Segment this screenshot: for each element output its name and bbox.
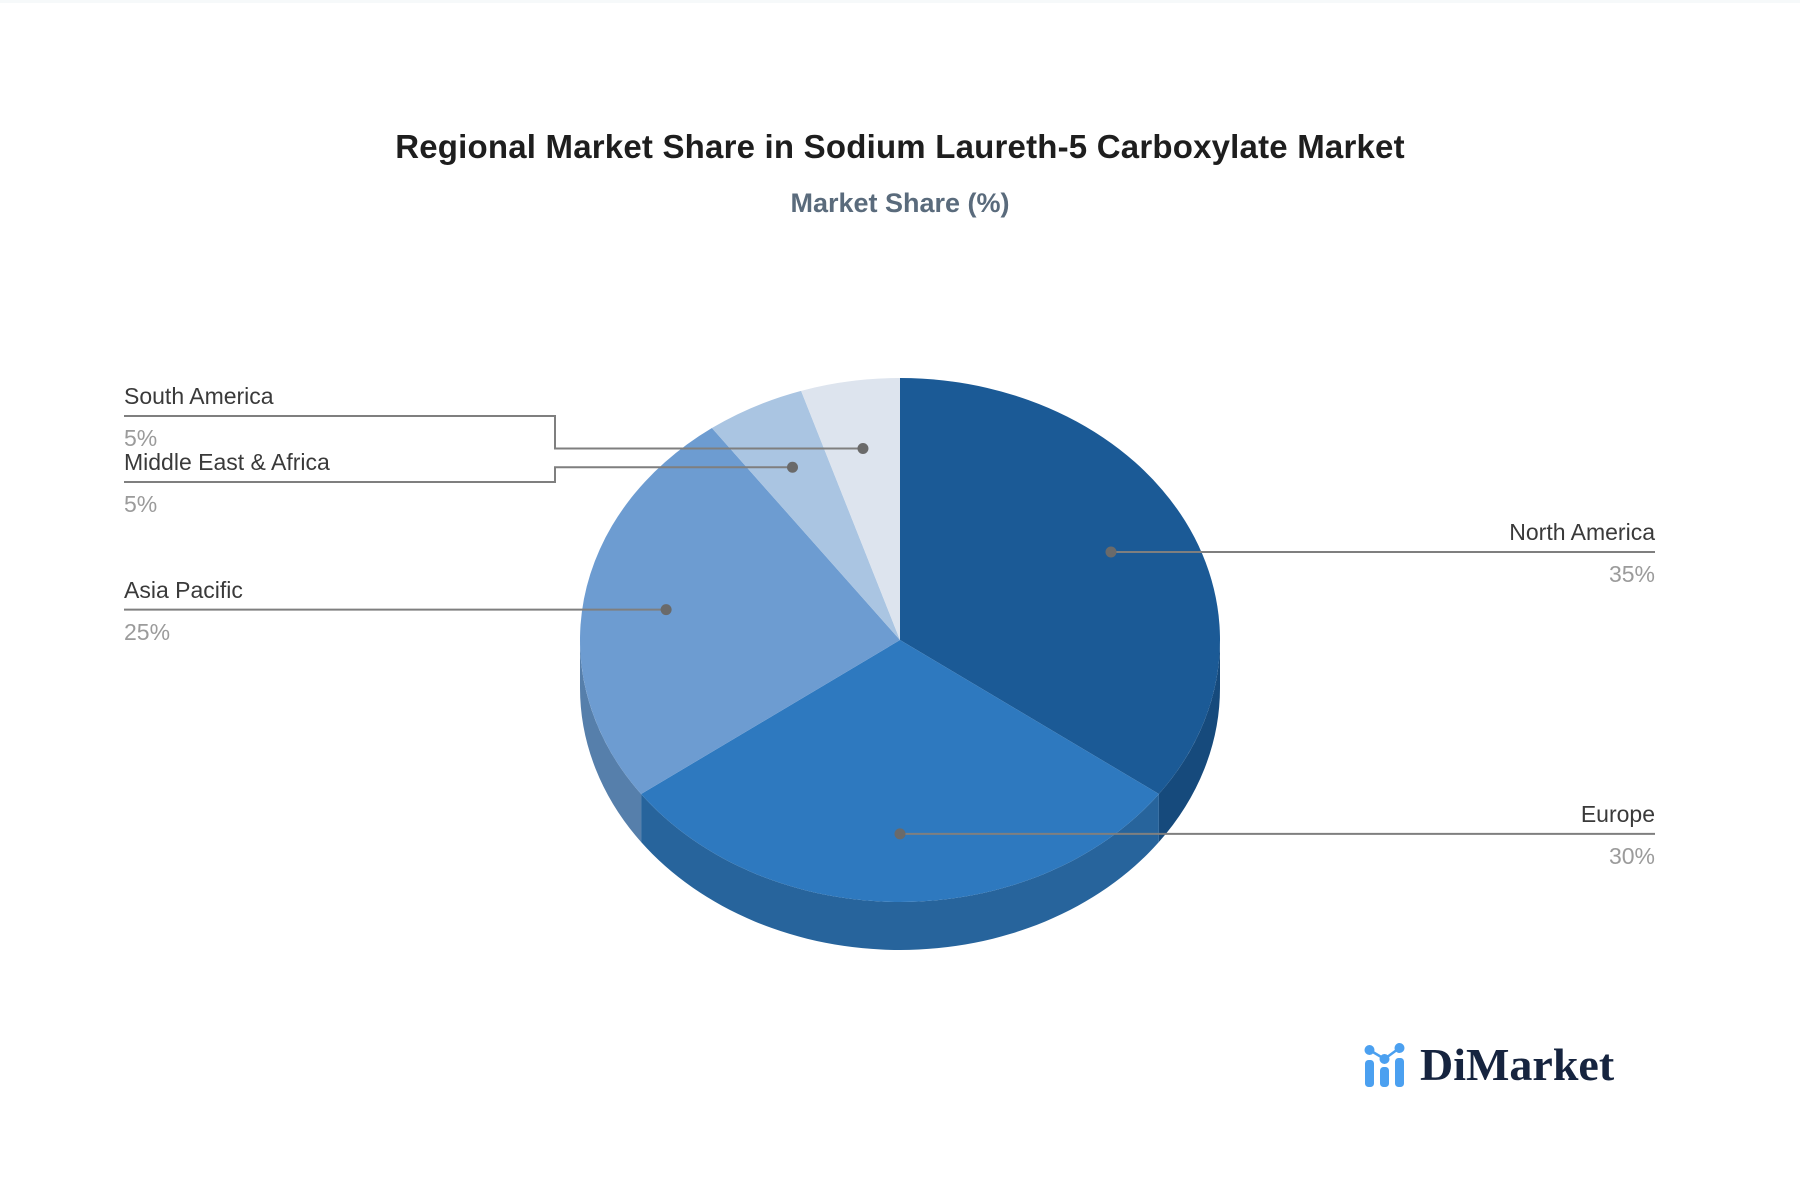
dimarket-logo: DiMarket [1363, 1040, 1614, 1090]
label-europe-name: Europe [1581, 802, 1655, 827]
label-middle-east-africa: Middle East & Africa 5% [124, 450, 330, 518]
logo-dot-1 [1380, 1054, 1390, 1064]
chart-canvas: Regional Market Share in Sodium Laureth-… [0, 0, 1800, 1196]
logo-bar-0 [1365, 1060, 1374, 1087]
label-north-america: North America 35% [1509, 520, 1655, 588]
label-europe: Europe 30% [1581, 802, 1655, 870]
label-asia-pacific: Asia Pacific 25% [124, 578, 243, 646]
logo-bar-1 [1380, 1067, 1389, 1087]
leader-dot-3 [787, 462, 798, 473]
dimarket-logo-text: DiMarket [1420, 1042, 1614, 1088]
label-south-america: South America 5% [124, 384, 274, 452]
label-south-america-name: South America [124, 384, 274, 409]
label-middle-east-africa-name: Middle East & Africa [124, 450, 330, 475]
leader-dot-1 [895, 828, 906, 839]
logo-dot-0 [1365, 1045, 1375, 1055]
label-north-america-name: North America [1509, 520, 1655, 545]
leader-dot-2 [661, 604, 672, 615]
dimarket-logo-icon [1363, 1042, 1407, 1088]
pie-chart [0, 0, 1800, 1196]
logo-dot-2 [1395, 1043, 1405, 1053]
label-middle-east-africa-value: 5% [124, 492, 330, 517]
label-north-america-value: 35% [1509, 562, 1655, 587]
label-south-america-value: 5% [124, 426, 274, 451]
logo-bar-2 [1395, 1058, 1404, 1087]
leader-dot-0 [1105, 546, 1116, 557]
label-asia-pacific-name: Asia Pacific [124, 578, 243, 603]
leader-dot-4 [857, 443, 868, 454]
label-asia-pacific-value: 25% [124, 620, 243, 645]
label-europe-value: 30% [1581, 844, 1655, 869]
